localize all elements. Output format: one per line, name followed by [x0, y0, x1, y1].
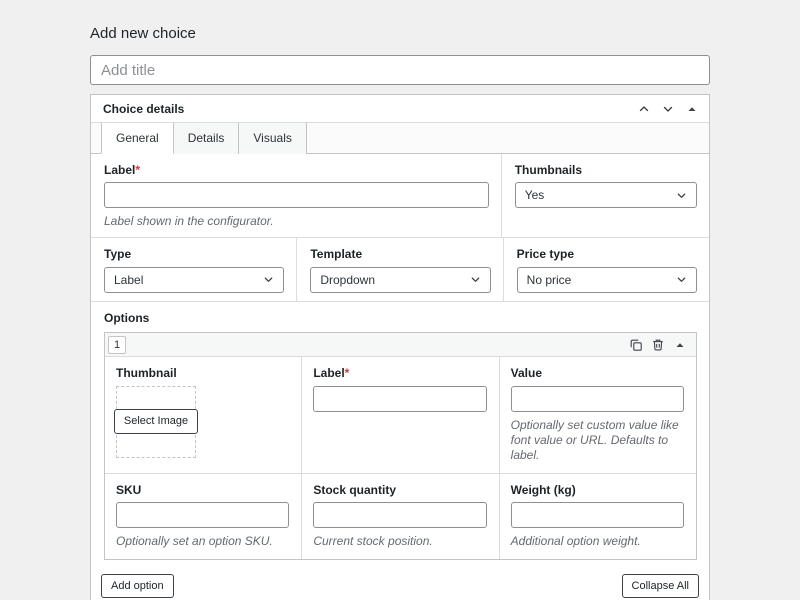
chevron-down-icon [676, 274, 687, 285]
option-fields-row-1: Thumbnail Select Image Label* Value [105, 357, 696, 472]
duplicate-icon [629, 338, 643, 352]
template-select-value: Dropdown [320, 273, 375, 287]
metabox-title: Choice details [103, 102, 184, 116]
collapse-all-button[interactable]: Collapse All [622, 574, 699, 598]
tab-bar: General Details Visuals [91, 123, 709, 154]
trash-icon [651, 338, 665, 352]
price-type-field-cell: Price type No price [503, 238, 709, 300]
option-weight-input[interactable] [511, 502, 684, 528]
post-title-input[interactable] [90, 55, 710, 85]
metabox-footer: Add option Collapse All [91, 568, 709, 600]
option-label-input[interactable] [313, 386, 486, 412]
option-label-field-label-text: Label [313, 366, 344, 380]
weight-help-text: Additional option weight. [511, 534, 684, 549]
option-card: 1 Thumbnail [104, 332, 697, 560]
page-title: Add new choice [90, 25, 710, 43]
weight-field-cell: Weight (kg) Additional option weight. [499, 474, 696, 559]
metabox-header-actions [633, 98, 703, 120]
template-field-label: Template [310, 247, 490, 261]
option-header[interactable]: 1 [105, 333, 696, 357]
option-fields-row-2: SKU Optionally set an option SKU. Stock … [105, 473, 696, 559]
template-field-cell: Template Dropdown [296, 238, 502, 300]
price-type-field-label: Price type [517, 247, 697, 261]
collapse-triangle-icon [675, 340, 685, 350]
option-value-input[interactable] [511, 386, 684, 412]
tab-visuals[interactable]: Visuals [239, 123, 306, 154]
template-select[interactable]: Dropdown [310, 267, 490, 293]
sku-field-label: SKU [116, 483, 289, 497]
label-thumbnails-row: Label* Label shown in the configurator. … [91, 154, 709, 238]
option-label-field-cell: Label* [301, 357, 498, 472]
thumbnails-select-value: Yes [525, 188, 545, 202]
price-type-select[interactable]: No price [517, 267, 697, 293]
thumbnails-select[interactable]: Yes [515, 182, 697, 208]
price-type-select-value: No price [527, 273, 572, 287]
move-up-button[interactable] [633, 98, 655, 120]
collapse-option-button[interactable] [670, 335, 690, 355]
required-asterisk: * [135, 163, 140, 177]
delete-option-button[interactable] [648, 335, 668, 355]
type-select-value: Label [114, 273, 143, 287]
option-header-actions [626, 335, 690, 355]
metabox-header[interactable]: Choice details [91, 95, 709, 123]
collapse-triangle-icon [687, 104, 697, 114]
thumbnail-field-label: Thumbnail [116, 366, 289, 380]
thumbnails-field-label: Thumbnails [515, 163, 697, 177]
add-option-button[interactable]: Add option [101, 574, 174, 598]
thumbnail-field-cell: Thumbnail Select Image [105, 357, 301, 472]
option-label-field-label: Label* [313, 366, 486, 380]
sku-field-cell: SKU Optionally set an option SKU. [105, 474, 301, 559]
type-field-cell: Type Label [91, 238, 296, 300]
sku-help-text: Optionally set an option SKU. [116, 534, 289, 549]
option-value-field-label: Value [511, 366, 684, 380]
type-select[interactable]: Label [104, 267, 284, 293]
duplicate-option-button[interactable] [626, 335, 646, 355]
label-help-text: Label shown in the configurator. [104, 214, 489, 229]
option-sku-input[interactable] [116, 502, 289, 528]
collapse-metabox-button[interactable] [681, 98, 703, 120]
chevron-down-icon [662, 103, 674, 115]
chevron-down-icon [263, 274, 274, 285]
choice-details-metabox: Choice details General Details Visuals [90, 94, 710, 600]
label-field-label-text: Label [104, 163, 135, 177]
tab-details[interactable]: Details [174, 123, 240, 154]
option-value-field-cell: Value Optionally set custom value like f… [499, 357, 696, 472]
weight-field-label: Weight (kg) [511, 483, 684, 497]
options-section: Options 1 [91, 302, 709, 568]
label-input[interactable] [104, 182, 489, 208]
thumbnails-field-cell: Thumbnails Yes [501, 154, 709, 237]
options-section-label: Options [104, 311, 697, 325]
stock-field-cell: Stock quantity Current stock position. [301, 474, 498, 559]
label-field-cell: Label* Label shown in the configurator. [91, 154, 501, 237]
option-number-badge: 1 [108, 336, 126, 354]
required-asterisk: * [345, 366, 350, 380]
chevron-down-icon [676, 190, 687, 201]
option-stock-input[interactable] [313, 502, 486, 528]
admin-content: Add new choice Choice details General De… [0, 0, 800, 600]
tab-general[interactable]: General [101, 123, 174, 154]
thumbnail-dropzone[interactable]: Select Image [116, 386, 196, 458]
option-value-help-text: Optionally set custom value like font va… [511, 418, 684, 463]
move-down-button[interactable] [657, 98, 679, 120]
stock-help-text: Current stock position. [313, 534, 486, 549]
chevron-down-icon [470, 274, 481, 285]
type-field-label: Type [104, 247, 284, 261]
type-template-price-row: Type Label Template Dropdown Price type … [91, 238, 709, 301]
chevron-up-icon [638, 103, 650, 115]
select-image-button[interactable]: Select Image [114, 409, 198, 433]
stock-field-label: Stock quantity [313, 483, 486, 497]
label-field-label: Label* [104, 163, 489, 177]
